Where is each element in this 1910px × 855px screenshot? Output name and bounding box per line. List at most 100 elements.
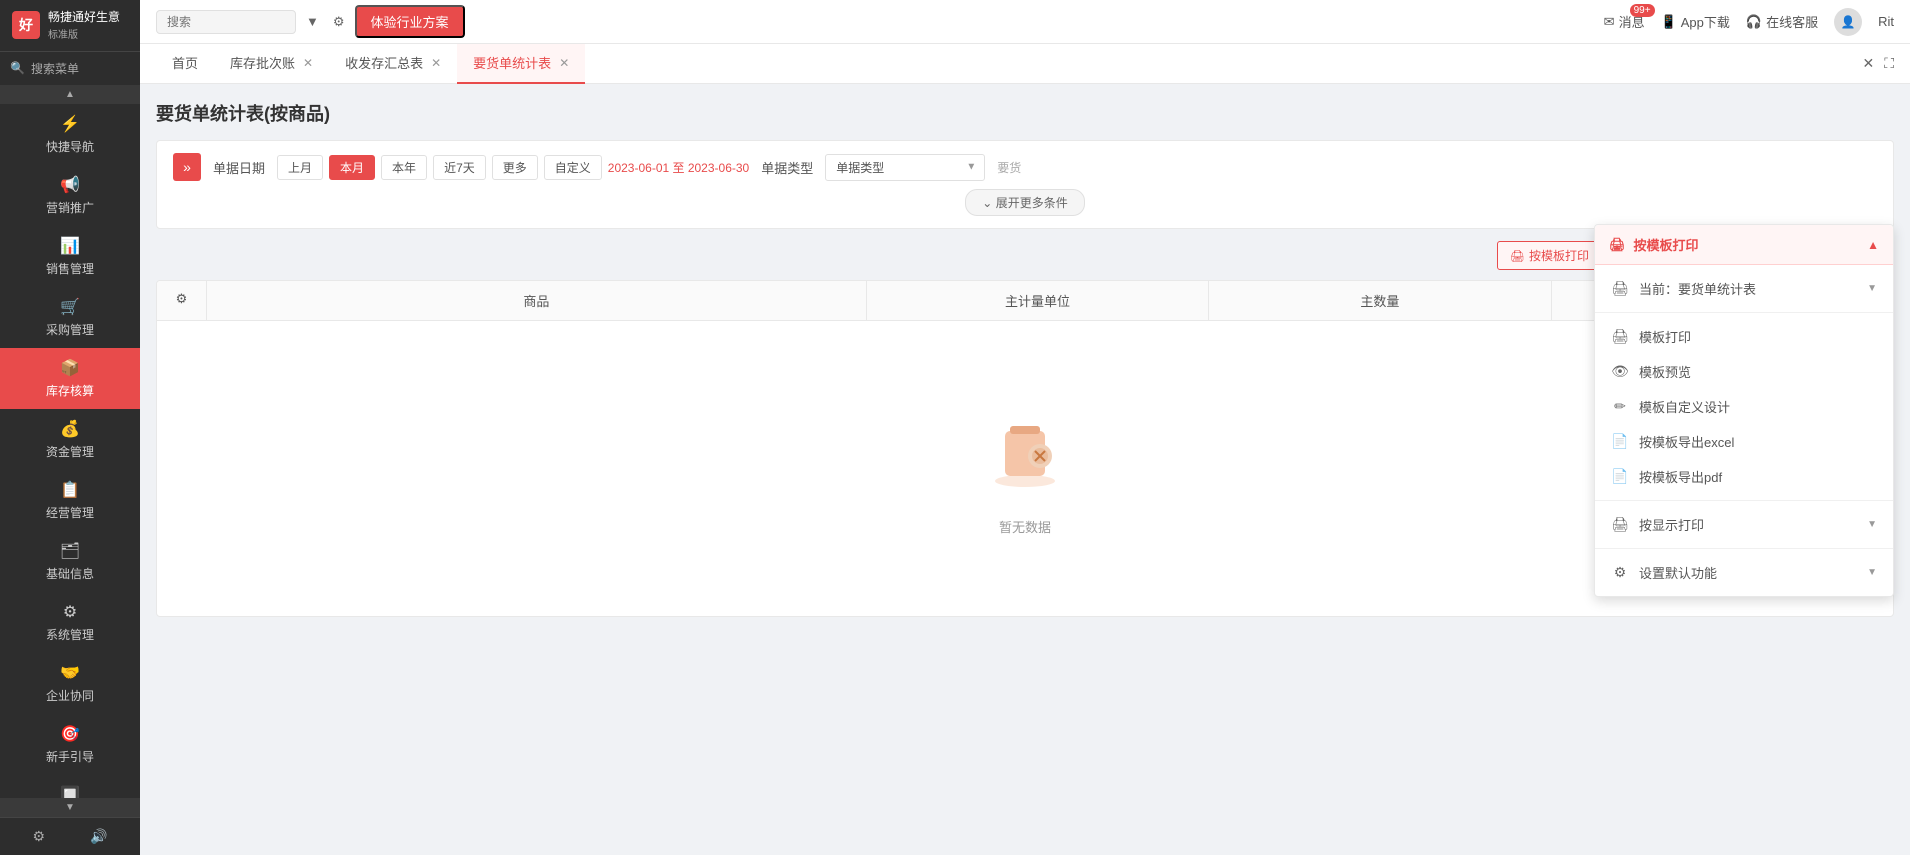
dropdown-default-section: ⚙ 设置默认功能 ▼ — [1595, 549, 1893, 596]
topbar-dropdown-arrow[interactable]: ▼ — [306, 14, 319, 29]
dropdown-item-template-pdf[interactable]: 📄 按模板导出pdf — [1595, 459, 1893, 494]
print-dropdown: 🖨 按模板打印 ▲ 🖨 当前：要货单统计表 ▼ 🖨 模板打印 — [1594, 224, 1894, 597]
filter-bar: » 单据日期 上月 本月 本年 近7天 更多 自定义 2023-06-01 至 … — [156, 140, 1894, 229]
col-gear[interactable]: ⚙ — [157, 281, 207, 320]
dropdown-current-section: 🖨 当前：要货单统计表 ▼ — [1595, 265, 1893, 313]
sidebar-item-label: 营销推广 — [46, 199, 94, 216]
tab-order-stats[interactable]: 要货单统计表 ✕ — [457, 44, 585, 84]
type-select[interactable]: 单据类型 ▼ — [825, 154, 985, 181]
sidebar-item-inventory[interactable]: 📦 库存核算 — [0, 348, 140, 409]
display-print-icon: 🖨 — [1611, 516, 1629, 533]
main-content: ▼ ⚙ 体验行业方案 ✉ 消息 99+ 📱 App下载 🎧 在线客服 👤 Rit… — [140, 0, 1910, 855]
topbar-search-input[interactable] — [156, 10, 296, 34]
template-custom-icon: ✏ — [1611, 398, 1629, 415]
dropdown-item-template-print[interactable]: 🖨 模板打印 — [1595, 319, 1893, 354]
sidebar-item-label: 资金管理 — [46, 443, 94, 460]
settings-footer-btn[interactable]: ⚙ — [33, 828, 46, 845]
template-print-icon: 🖨 — [1611, 328, 1629, 345]
dropdown-item-template-custom[interactable]: ✏ 模板自定义设计 — [1595, 389, 1893, 424]
date-btn-more[interactable]: 更多 — [492, 155, 538, 180]
collab-icon: 🤝 — [60, 663, 80, 683]
topbar-gear-icon[interactable]: ⚙ — [333, 14, 345, 30]
sidebar-item-marketing[interactable]: 📢 营销推广 — [0, 165, 140, 226]
empty-illustration — [975, 401, 1075, 501]
sidebar-item-label: 快捷导航 — [46, 138, 94, 155]
logo-icon: 好 — [12, 11, 40, 39]
topbar: ▼ ⚙ 体验行业方案 ✉ 消息 99+ 📱 App下载 🎧 在线客服 👤 Rit — [140, 0, 1910, 44]
sidebar-item-collab[interactable]: 🤝 企业协同 — [0, 653, 140, 714]
dropdown-item-template-excel[interactable]: 📄 按模板导出excel — [1595, 424, 1893, 459]
template-preview-icon: 👁 — [1611, 363, 1629, 380]
page-content: 要货单统计表(按商品) » 单据日期 上月 本月 本年 近7天 更多 自定义 2… — [140, 84, 1910, 855]
sidebar-item-base[interactable]: 🗂 基础信息 — [0, 531, 140, 592]
tab-payment-summary[interactable]: 收发存汇总表 ✕ — [329, 44, 457, 84]
sidebar-logo: 好 畅捷通好生意 标准版 — [0, 0, 140, 52]
date-btn-last-month[interactable]: 上月 — [277, 155, 323, 180]
date-filter-label: 单据日期 — [213, 158, 265, 177]
tab-home[interactable]: 首页 — [156, 44, 214, 84]
inventory-icon: 📦 — [60, 358, 80, 378]
sidebar-item-label: 采购管理 — [46, 321, 94, 338]
type-filter-label: 单据类型 — [761, 158, 813, 177]
sidebar-item-apps[interactable]: 🔲 应用中心 — [0, 775, 140, 798]
sidebar-item-operations[interactable]: 📋 经营管理 — [0, 470, 140, 531]
date-btn-custom[interactable]: 自定义 — [544, 155, 602, 180]
tab-payment-summary-label: 收发存汇总表 — [345, 53, 423, 72]
online-service-btn[interactable]: 🎧 在线客服 — [1746, 12, 1818, 31]
date-btn-7days[interactable]: 近7天 — [433, 155, 486, 180]
scroll-up-btn[interactable]: ▲ — [0, 85, 140, 104]
search-menu-btn[interactable]: 🔍 搜索菜单 — [0, 52, 140, 85]
logo-text: 畅捷通好生意 — [48, 10, 120, 26]
trial-btn[interactable]: 体验行业方案 — [355, 5, 465, 38]
date-btn-this-month[interactable]: 本月 — [329, 155, 375, 180]
set-default-icon: ⚙ — [1611, 564, 1629, 581]
scroll-down-btn[interactable]: ▼ — [0, 798, 140, 817]
print-btn-label: 按模板打印 — [1529, 247, 1589, 264]
sidebar-item-label: 企业协同 — [46, 687, 94, 704]
print-dropdown-collapse[interactable]: ▲ — [1867, 238, 1879, 252]
app-download-btn[interactable]: 📱 App下载 — [1661, 12, 1730, 31]
display-print-chevron: ▼ — [1867, 519, 1877, 530]
app-download-label: App下载 — [1681, 12, 1730, 31]
current-template-chevron: ▼ — [1867, 283, 1877, 294]
filter-row: » 单据日期 上月 本月 本年 近7天 更多 自定义 2023-06-01 至 … — [173, 153, 1877, 181]
template-pdf-label: 按模板导出pdf — [1639, 467, 1877, 486]
user-avatar[interactable]: 👤 — [1834, 8, 1862, 36]
sidebar-item-purchase[interactable]: 🛒 采购管理 — [0, 287, 140, 348]
messages-btn[interactable]: ✉ 消息 99+ — [1604, 12, 1645, 31]
search-menu-label: 搜索菜单 — [31, 60, 79, 77]
sidebar-item-finance[interactable]: 💰 资金管理 — [0, 409, 140, 470]
sidebar-item-guide[interactable]: 🎯 新手引导 — [0, 714, 140, 775]
sidebar-item-label: 系统管理 — [46, 626, 94, 643]
sidebar-item-quick-nav[interactable]: ⚡ 快捷导航 — [0, 104, 140, 165]
sidebar-item-system[interactable]: ⚙ 系统管理 — [0, 592, 140, 653]
sidebar-item-sales[interactable]: 📊 销售管理 — [0, 226, 140, 287]
tab-payment-summary-close[interactable]: ✕ — [431, 56, 441, 70]
service-icon: 🎧 — [1746, 14, 1762, 30]
type-select-wrapper: 单据类型 ▼ — [825, 154, 985, 181]
print-dropdown-title-icon: 🖨 — [1609, 237, 1626, 253]
template-pdf-icon: 📄 — [1611, 468, 1629, 485]
tab-inventory-batch[interactable]: 库存批次账 ✕ — [214, 44, 329, 84]
window-close-btn[interactable]: ✕ — [1862, 55, 1874, 72]
expand-more-btn[interactable]: ⌄ 展开更多条件 — [173, 189, 1877, 216]
expand-bar[interactable]: ⌄ 展开更多条件 — [965, 189, 1084, 216]
tab-inventory-batch-close[interactable]: ✕ — [303, 56, 313, 70]
print-dropdown-title-text: 按模板打印 — [1634, 235, 1699, 254]
date-filter: 上月 本月 本年 近7天 更多 自定义 2023-06-01 至 2023-06… — [277, 155, 749, 180]
message-icon: ✉ — [1604, 14, 1615, 30]
col-qty: 主数量 — [1209, 281, 1551, 320]
operations-icon: 📋 — [60, 480, 80, 500]
dropdown-actions-section: 🖨 模板打印 👁 模板预览 ✏ 模板自定义设计 📄 按模板导出excel 📄 — [1595, 313, 1893, 501]
dropdown-current-template[interactable]: 🖨 当前：要货单统计表 ▼ — [1595, 271, 1893, 306]
window-maximize-btn[interactable]: ⛶ — [1884, 55, 1894, 72]
audio-footer-btn[interactable]: 🔊 — [90, 828, 107, 845]
tab-order-stats-close[interactable]: ✕ — [559, 56, 569, 70]
date-btn-this-year[interactable]: 本年 — [381, 155, 427, 180]
dropdown-item-template-preview[interactable]: 👁 模板预览 — [1595, 354, 1893, 389]
filter-expand-icon[interactable]: » — [173, 153, 201, 181]
tabs-bar: 首页 库存批次账 ✕ 收发存汇总表 ✕ 要货单统计表 ✕ ✕ ⛶ — [140, 44, 1910, 84]
dropdown-item-set-default[interactable]: ⚙ 设置默认功能 ▼ — [1595, 555, 1893, 590]
dropdown-item-display-print[interactable]: 🖨 按显示打印 ▼ — [1595, 507, 1893, 542]
window-controls: ✕ ⛶ — [1862, 55, 1894, 72]
